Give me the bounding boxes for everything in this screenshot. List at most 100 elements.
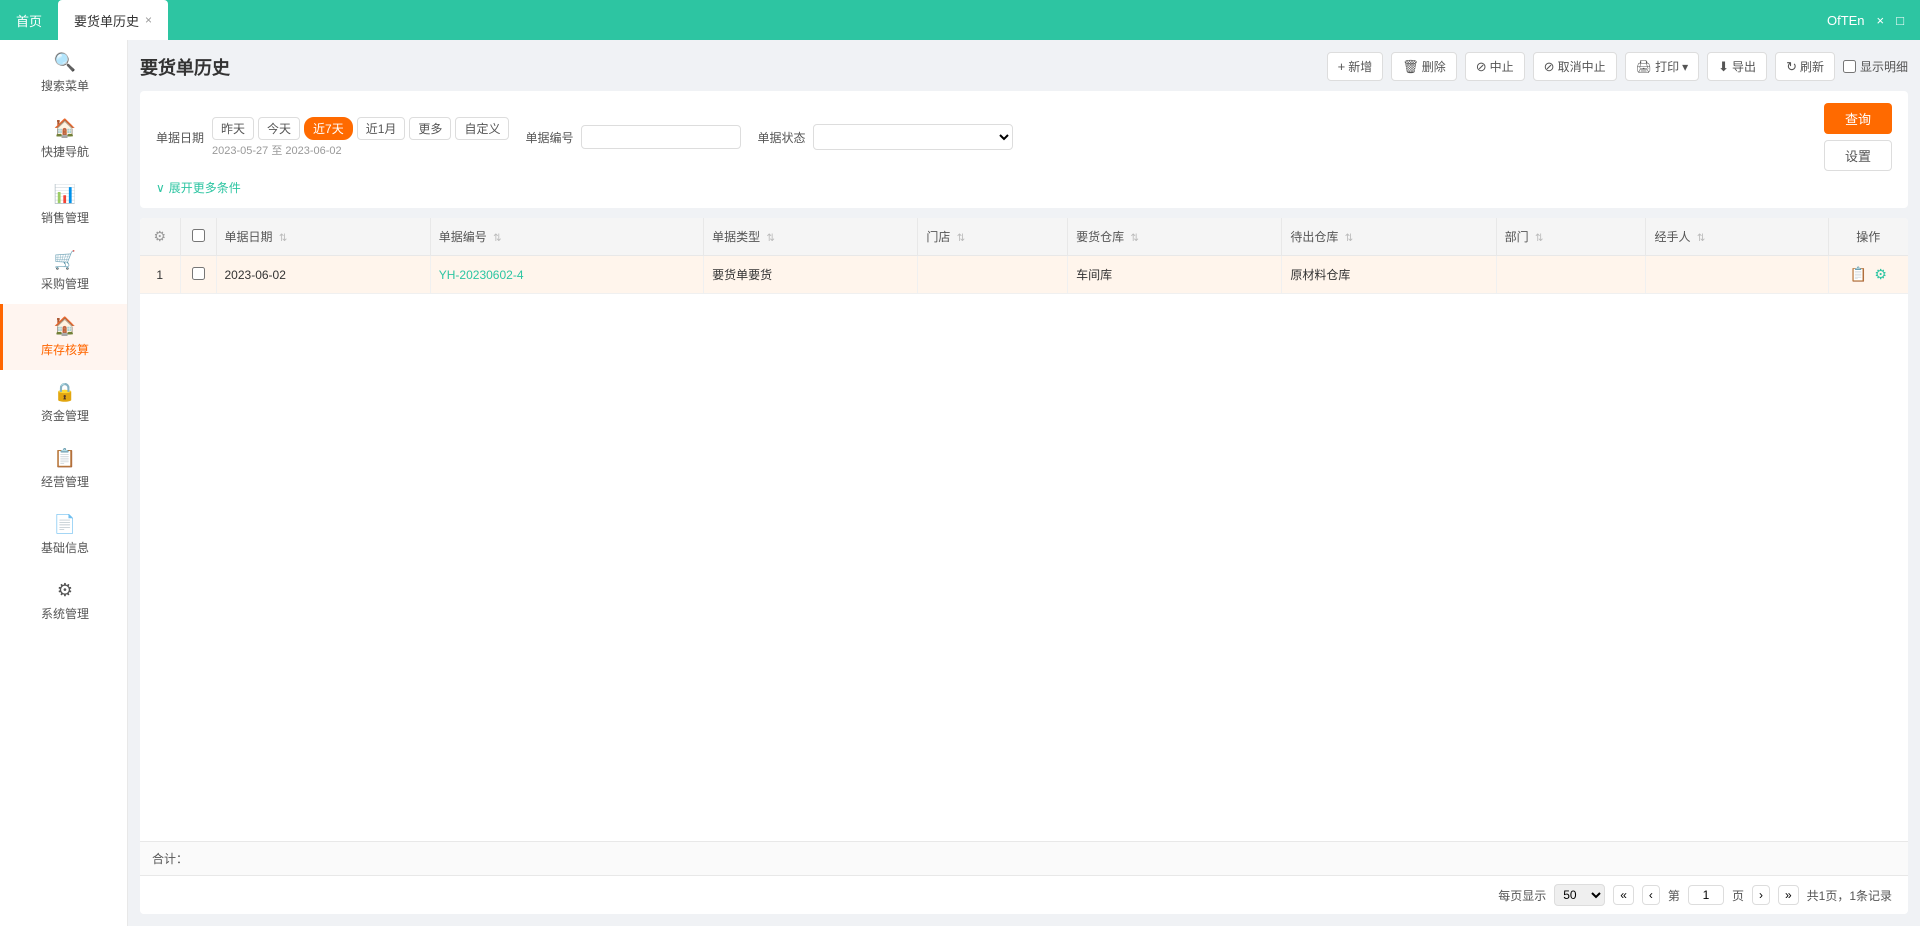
sidebar-label-ops-mgmt: 经营管理 [41, 473, 89, 490]
sidebar-item-basic-info[interactable]: 📄 基础信息 [0, 502, 127, 568]
sidebar-label-quick-nav: 快捷导航 [41, 143, 89, 160]
next-page-button[interactable]: › [1752, 885, 1770, 905]
sidebar-item-inventory[interactable]: 🏠 库存核算 [0, 304, 127, 370]
th-dept: 部门 ⇅ [1496, 218, 1646, 256]
top-bar-right: OfTEn × □ [1827, 13, 1920, 28]
purchase-mgmt-icon: 🛒 [54, 250, 76, 271]
settings-icon[interactable]: ⚙ [153, 228, 166, 244]
td-no: 1 [140, 256, 180, 294]
sort-pend-warehouse-icon[interactable]: ⇅ [1345, 233, 1353, 244]
sidebar-label-purchase-mgmt: 采购管理 [41, 275, 89, 292]
table-scroll[interactable]: ⚙ 单据日期 ⇅ 单据编号 ⇅ [140, 218, 1908, 841]
date-btn-yesterday[interactable]: 昨天 [212, 117, 254, 140]
sidebar-item-ops-mgmt[interactable]: 📋 经营管理 [0, 436, 127, 502]
page-title: 要货单历史 [140, 54, 230, 80]
print-button[interactable]: 🖨 打印 ▾ [1625, 52, 1700, 81]
th-pend-warehouse: 待出仓库 ⇅ [1282, 218, 1496, 256]
stop-button[interactable]: ⊘ 中止 [1465, 52, 1525, 81]
toolbar: + 新增 🗑 删除 ⊘ 中止 ⊘ 取消中止 🖨 打印 [1327, 52, 1908, 81]
export-button[interactable]: ⬇ 导出 [1707, 52, 1767, 81]
sidebar-item-search-menu[interactable]: 🔍 搜索菜单 [0, 40, 127, 106]
docno-filter-item: 单据编号 [525, 125, 741, 149]
sidebar-item-quick-nav[interactable]: 🏠 快捷导航 [0, 106, 127, 172]
sidebar-item-finance-mgmt[interactable]: 🔒 资金管理 [0, 370, 127, 436]
window-close-icon[interactable]: × [1877, 13, 1885, 28]
per-page-label: 每页显示 [1498, 887, 1546, 904]
sidebar-item-sales-mgmt[interactable]: 📊 销售管理 [0, 172, 127, 238]
display-detail-checkbox[interactable] [1843, 60, 1856, 73]
per-page-select[interactable]: 50 100 200 [1554, 884, 1605, 906]
date-btn-7days[interactable]: 近7天 [304, 117, 353, 140]
page-header: 要货单历史 + 新增 🗑 删除 ⊘ 中止 ⊘ 取消中止 [140, 52, 1908, 81]
sidebar-item-purchase-mgmt[interactable]: 🛒 采购管理 [0, 238, 127, 304]
sidebar: 🔍 搜索菜单 🏠 快捷导航 📊 销售管理 🛒 采购管理 🏠 库存核算 🔒 资金管… [0, 40, 128, 926]
sort-date-icon[interactable]: ⇅ [279, 233, 287, 244]
docno-link[interactable]: YH-20230602-4 [439, 268, 524, 282]
sidebar-label-search-menu: 搜索菜单 [41, 77, 89, 94]
chevron-down-icon: ∨ [156, 181, 165, 195]
last-page-button[interactable]: » [1778, 885, 1799, 905]
sort-handler-icon[interactable]: ⇅ [1697, 233, 1705, 244]
th-req-warehouse: 要货仓库 ⇅ [1068, 218, 1282, 256]
query-button[interactable]: 查询 [1824, 103, 1892, 134]
sidebar-label-sales-mgmt: 销售管理 [41, 209, 89, 226]
setting-button[interactable]: 设置 [1824, 140, 1892, 171]
refresh-icon: ↻ [1786, 59, 1797, 75]
th-type: 单据类型 ⇅ [704, 218, 918, 256]
table-row: 1 2023-06-02 YH-20230602-4 [140, 256, 1908, 294]
new-button[interactable]: + 新增 [1327, 52, 1384, 81]
window-maximize-icon[interactable]: □ [1896, 13, 1904, 28]
th-docno: 单据编号 ⇅ [430, 218, 703, 256]
display-detail-toggle[interactable]: 显示明细 [1843, 58, 1908, 75]
page-input[interactable] [1688, 885, 1724, 905]
td-docno: YH-20230602-4 [430, 256, 703, 294]
sidebar-label-basic-info: 基础信息 [41, 539, 89, 556]
edit-button[interactable]: ⚙ [1872, 264, 1889, 285]
date-filter-col: 昨天 今天 近7天 近1月 更多 自定义 2023-05-27 至 2023-0… [212, 117, 509, 158]
sort-type-icon[interactable]: ⇅ [766, 233, 774, 244]
print-icon: 🖨 [1636, 59, 1653, 75]
select-all-checkbox[interactable] [192, 229, 205, 242]
sort-dept-icon[interactable]: ⇅ [1535, 233, 1543, 244]
status-select[interactable] [813, 124, 1013, 150]
delete-button[interactable]: 🗑 删除 [1391, 52, 1457, 81]
prev-page-button[interactable]: ‹ [1642, 885, 1660, 905]
th-ops: 操作 [1828, 218, 1908, 256]
data-table: ⚙ 单据日期 ⇅ 单据编号 ⇅ [140, 218, 1908, 294]
content-area: 要货单历史 + 新增 🗑 删除 ⊘ 中止 ⊘ 取消中止 [128, 40, 1920, 926]
td-pend-warehouse: 原材料仓库 [1282, 256, 1496, 294]
td-req-warehouse: 车间库 [1068, 256, 1282, 294]
td-store [918, 256, 1068, 294]
new-icon: + [1338, 59, 1346, 74]
expand-more-btn[interactable]: ∨ 展开更多条件 [156, 179, 1892, 196]
basic-info-icon: 📄 [54, 514, 76, 535]
td-ops: 📋 ⚙ [1828, 256, 1908, 294]
total-info: 共1页，1条记录 [1807, 887, 1892, 904]
stop-icon: ⊘ [1476, 59, 1487, 75]
date-btn-today[interactable]: 今天 [258, 117, 300, 140]
date-btn-more[interactable]: 更多 [409, 117, 451, 140]
inventory-icon: 🏠 [54, 316, 76, 337]
date-range-text: 2023-05-27 至 2023-06-02 [212, 142, 509, 158]
docno-input[interactable] [581, 125, 741, 149]
row-checkbox[interactable] [192, 267, 205, 280]
tab-purchase-history[interactable]: 要货单历史 × [58, 0, 168, 40]
sort-store-icon[interactable]: ⇅ [957, 233, 965, 244]
first-page-button[interactable]: « [1613, 885, 1634, 905]
often-label: OfTEn [1827, 13, 1865, 28]
th-check [180, 218, 216, 256]
table-header-row: ⚙ 单据日期 ⇅ 单据编号 ⇅ [140, 218, 1908, 256]
sort-req-warehouse-icon[interactable]: ⇅ [1131, 233, 1139, 244]
cancel-stop-button[interactable]: ⊘ 取消中止 [1533, 52, 1617, 81]
tab-home[interactable]: 首页 [0, 0, 58, 40]
top-bar: 首页 要货单历史 × OfTEn × □ [0, 0, 1920, 40]
sidebar-item-system-mgmt[interactable]: ⚙ 系统管理 [0, 568, 127, 634]
quick-nav-icon: 🏠 [54, 118, 76, 139]
date-btn-custom[interactable]: 自定义 [455, 117, 509, 140]
view-button[interactable]: 📋 [1848, 264, 1869, 285]
table-area: ⚙ 单据日期 ⇅ 单据编号 ⇅ [140, 218, 1908, 914]
sort-docno-icon[interactable]: ⇅ [493, 233, 501, 244]
refresh-button[interactable]: ↻ 刷新 [1775, 52, 1835, 81]
tab-close-icon[interactable]: × [145, 13, 152, 27]
date-btn-1month[interactable]: 近1月 [357, 117, 406, 140]
